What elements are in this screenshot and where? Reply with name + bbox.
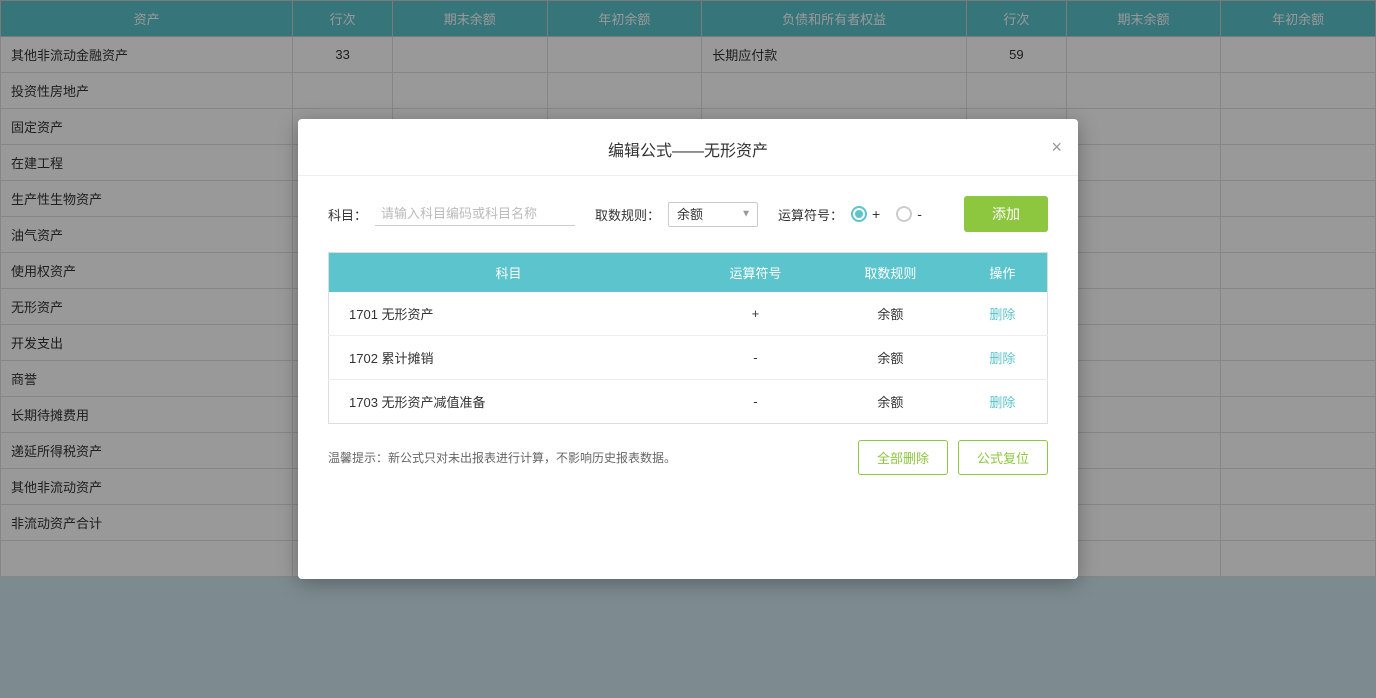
formula-cell-operator: + [688, 292, 823, 336]
formula-cell-rule: 余额 [823, 292, 958, 336]
operator-radio-group: + - [851, 206, 922, 222]
delete-link[interactable]: 删除 [989, 307, 1015, 322]
col-header-operator: 运算符号 [688, 253, 823, 293]
formula-cell-action: 删除 [958, 380, 1048, 424]
col-header-action: 操作 [958, 253, 1048, 293]
operator-label: 运算符号： [778, 205, 843, 224]
operator-minus-item[interactable]: - [896, 206, 922, 222]
modal-dialog: 编辑公式——无形资产 × 科目： 取数规则： 余额 借方 贷方 ▼ [298, 119, 1078, 579]
delete-all-button[interactable]: 全部删除 [858, 440, 948, 475]
formula-table: 科目 运算符号 取数规则 操作 1701 无形资产 + 余额 删除 1702 累… [328, 252, 1048, 424]
modal-overlay: 编辑公式——无形资产 × 科目： 取数规则： 余额 借方 贷方 ▼ [0, 0, 1376, 698]
rule-label: 取数规则： [595, 205, 660, 224]
formula-cell-operator: - [688, 336, 823, 380]
operator-plus-radio[interactable] [851, 206, 867, 222]
modal-close-button[interactable]: × [1051, 138, 1062, 156]
formula-cell-rule: 余额 [823, 336, 958, 380]
operator-group: 运算符号： + - [778, 205, 922, 224]
modal-header: 编辑公式——无形资产 × [298, 119, 1078, 176]
formula-table-body: 1701 无形资产 + 余额 删除 1702 累计摊销 - 余额 删除 1703… [329, 292, 1048, 424]
subject-label: 科目： [328, 205, 367, 224]
formula-cell-operator: - [688, 380, 823, 424]
modal-title: 编辑公式——无形资产 [608, 143, 768, 160]
subject-input[interactable] [375, 202, 575, 226]
operator-minus-radio[interactable] [896, 206, 912, 222]
operator-plus-item[interactable]: + [851, 206, 880, 222]
modal-form-row: 科目： 取数规则： 余额 借方 贷方 ▼ 运算符号： [298, 176, 1078, 252]
modal-table-wrapper: 科目 运算符号 取数规则 操作 1701 无形资产 + 余额 删除 1702 累… [298, 252, 1078, 424]
subject-group: 科目： [328, 202, 575, 226]
operator-minus-label: - [917, 206, 922, 222]
modal-footer: 温馨提示：新公式只对未出报表进行计算，不影响历史报表数据。 全部删除 公式复位 [298, 424, 1078, 485]
formula-table-header-row: 科目 运算符号 取数规则 操作 [329, 253, 1048, 293]
footer-tip: 温馨提示：新公式只对未出报表进行计算，不影响历史报表数据。 [328, 449, 676, 466]
formula-cell-action: 删除 [958, 336, 1048, 380]
col-header-subject: 科目 [329, 253, 689, 293]
delete-link[interactable]: 删除 [989, 351, 1015, 366]
delete-link[interactable]: 删除 [989, 395, 1015, 410]
formula-cell-action: 删除 [958, 292, 1048, 336]
footer-buttons: 全部删除 公式复位 [858, 440, 1048, 475]
formula-table-row: 1703 无形资产减值准备 - 余额 删除 [329, 380, 1048, 424]
rule-select-wrapper: 余额 借方 贷方 ▼ [668, 202, 758, 227]
formula-table-row: 1702 累计摊销 - 余额 删除 [329, 336, 1048, 380]
add-button[interactable]: 添加 [964, 196, 1048, 232]
formula-table-row: 1701 无形资产 + 余额 删除 [329, 292, 1048, 336]
rule-select[interactable]: 余额 借方 贷方 [668, 202, 758, 227]
formula-cell-rule: 余额 [823, 380, 958, 424]
formula-cell-subject: 1703 无形资产减值准备 [329, 380, 689, 424]
col-header-rule: 取数规则 [823, 253, 958, 293]
operator-plus-label: + [872, 206, 880, 222]
rule-group: 取数规则： 余额 借方 贷方 ▼ [595, 202, 758, 227]
formula-cell-subject: 1701 无形资产 [329, 292, 689, 336]
formula-cell-subject: 1702 累计摊销 [329, 336, 689, 380]
reset-formula-button[interactable]: 公式复位 [958, 440, 1048, 475]
